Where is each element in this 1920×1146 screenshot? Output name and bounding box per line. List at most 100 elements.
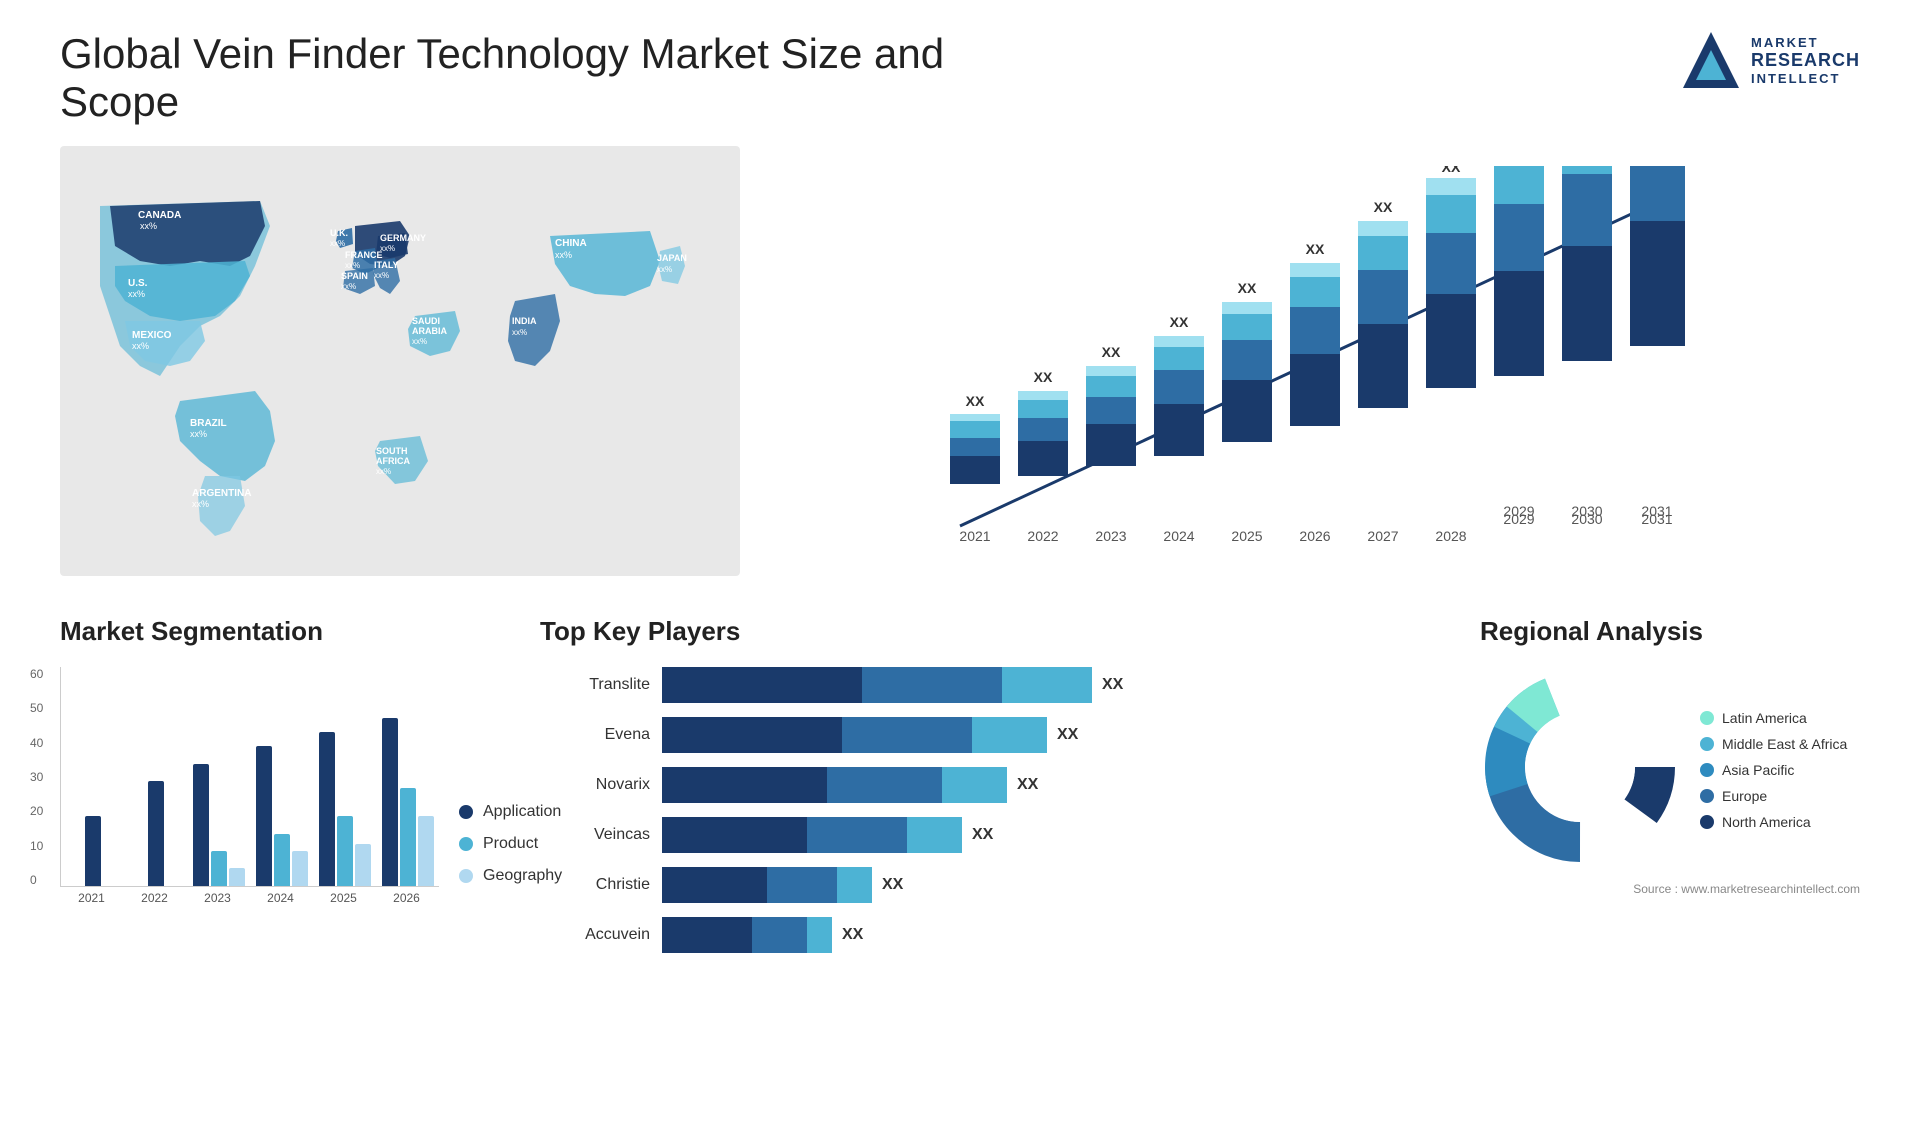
svg-text:XX: XX bbox=[1034, 369, 1053, 385]
map-container: CANADA xx% U.S. xx% MEXICO xx% BRAZIL xx… bbox=[60, 146, 740, 576]
player-segs bbox=[662, 867, 872, 903]
latin-label: Latin America bbox=[1722, 710, 1807, 726]
top-section: CANADA xx% U.S. xx% MEXICO xx% BRAZIL xx… bbox=[60, 146, 1860, 576]
seg-dark bbox=[662, 917, 752, 953]
page-title: Global Vein Finder Technology Market Siz… bbox=[60, 30, 960, 126]
svg-text:2024: 2024 bbox=[1163, 528, 1194, 544]
logo-text-block: MARKET RESEARCH INTELLECT bbox=[1751, 35, 1860, 86]
player-bar-accuvein: XX bbox=[662, 917, 863, 953]
player-row-translite: Translite XX bbox=[540, 667, 1440, 703]
asia-dot bbox=[1700, 763, 1714, 777]
player-segs bbox=[662, 717, 1047, 753]
seg-light bbox=[1002, 667, 1092, 703]
player-xx: XX bbox=[972, 826, 993, 844]
legend-north-america: North America bbox=[1700, 814, 1847, 830]
svg-text:xx%: xx% bbox=[330, 239, 345, 248]
logo-line1: MARKET bbox=[1751, 35, 1860, 50]
svg-text:xx%: xx% bbox=[555, 250, 572, 260]
svg-text:JAPAN: JAPAN bbox=[657, 253, 687, 263]
world-map-svg: CANADA xx% U.S. xx% MEXICO xx% BRAZIL xx… bbox=[60, 146, 740, 576]
svg-text:xx%: xx% bbox=[412, 337, 427, 346]
seg-dark bbox=[662, 667, 862, 703]
svg-text:2031: 2031 bbox=[1641, 503, 1672, 519]
player-segs bbox=[662, 767, 1007, 803]
source-text: Source : www.marketresearchintellect.com bbox=[1480, 882, 1860, 896]
svg-text:FRANCE: FRANCE bbox=[345, 250, 383, 260]
middle-east-dot bbox=[1700, 737, 1714, 751]
svg-text:SOUTH: SOUTH bbox=[376, 446, 408, 456]
logo-icon bbox=[1681, 30, 1741, 90]
svg-text:XX: XX bbox=[1238, 280, 1257, 296]
player-name-christie: Christie bbox=[540, 876, 650, 894]
svg-text:BRAZIL: BRAZIL bbox=[190, 418, 227, 429]
player-bar-translite: XX bbox=[662, 667, 1123, 703]
svg-text:ITALY: ITALY bbox=[374, 260, 399, 270]
logo-box: MARKET RESEARCH INTELLECT bbox=[1681, 30, 1860, 90]
svg-text:xx%: xx% bbox=[132, 341, 149, 351]
svg-text:MEXICO: MEXICO bbox=[132, 330, 172, 341]
logo-line3: INTELLECT bbox=[1751, 71, 1860, 86]
svg-text:xx%: xx% bbox=[376, 467, 391, 476]
legend-europe: Europe bbox=[1700, 788, 1847, 804]
regional-container: Regional Analysis bbox=[1480, 616, 1860, 896]
svg-text:INDIA: INDIA bbox=[512, 316, 537, 326]
svg-text:xx%: xx% bbox=[140, 221, 157, 231]
svg-text:2021: 2021 bbox=[959, 528, 990, 544]
player-name-evena: Evena bbox=[540, 726, 650, 744]
bottom-section: Market Segmentation 6050403020100 bbox=[60, 616, 1860, 953]
svg-text:xx%: xx% bbox=[341, 282, 356, 291]
player-row-accuvein: Accuvein XX bbox=[540, 917, 1440, 953]
na-dot bbox=[1700, 815, 1714, 829]
svg-text:2030: 2030 bbox=[1571, 503, 1602, 519]
svg-text:AFRICA: AFRICA bbox=[376, 456, 410, 466]
svg-text:2027: 2027 bbox=[1367, 528, 1398, 544]
middle-east-label: Middle East & Africa bbox=[1722, 736, 1847, 752]
seg-light bbox=[972, 717, 1047, 753]
latin-dot bbox=[1700, 711, 1714, 725]
page-container: Global Vein Finder Technology Market Siz… bbox=[0, 0, 1920, 983]
segmentation-title: Market Segmentation bbox=[60, 616, 500, 647]
player-bar-novarix: XX bbox=[662, 767, 1038, 803]
player-segs bbox=[662, 667, 1092, 703]
svg-text:XX: XX bbox=[1102, 344, 1121, 360]
seg-light bbox=[837, 867, 872, 903]
svg-text:2026: 2026 bbox=[1299, 528, 1330, 544]
seg-dark bbox=[662, 717, 842, 753]
player-name-veincas: Veincas bbox=[540, 826, 650, 844]
legend-middle-east: Middle East & Africa bbox=[1700, 736, 1847, 752]
seg-mid bbox=[862, 667, 1002, 703]
europe-label: Europe bbox=[1722, 788, 1767, 804]
europe-dot bbox=[1700, 789, 1714, 803]
player-xx: XX bbox=[882, 876, 903, 894]
svg-text:XX: XX bbox=[1170, 314, 1189, 330]
svg-text:U.S.: U.S. bbox=[128, 278, 148, 289]
svg-text:xx%: xx% bbox=[190, 429, 207, 439]
player-bar-evena: XX bbox=[662, 717, 1078, 753]
svg-text:2029: 2029 bbox=[1503, 503, 1534, 519]
svg-text:2025: 2025 bbox=[1231, 528, 1262, 544]
players-bars: Translite XX Evena bbox=[540, 667, 1440, 953]
donut-svg-wrap bbox=[1480, 667, 1680, 872]
bar-chart-svg: XX 2021 XX 2022 XX 2023 bbox=[800, 166, 1840, 546]
seg-dark bbox=[662, 817, 807, 853]
svg-text:XX: XX bbox=[1442, 166, 1461, 175]
legend-latin-america: Latin America bbox=[1700, 710, 1847, 726]
legend-asia-pacific: Asia Pacific bbox=[1700, 762, 1847, 778]
player-row-christie: Christie XX bbox=[540, 867, 1440, 903]
seg-mid bbox=[827, 767, 942, 803]
player-name-novarix: Novarix bbox=[540, 776, 650, 794]
seg-mid bbox=[807, 817, 907, 853]
header: Global Vein Finder Technology Market Siz… bbox=[60, 30, 1860, 126]
svg-text:XX: XX bbox=[1374, 199, 1393, 215]
player-segs bbox=[662, 917, 832, 953]
player-segs bbox=[662, 817, 962, 853]
player-bar-veincas: XX bbox=[662, 817, 993, 853]
seg-mid bbox=[752, 917, 807, 953]
product-dot bbox=[459, 837, 473, 851]
svg-text:ARGENTINA: ARGENTINA bbox=[192, 488, 251, 499]
product-label: Product bbox=[483, 835, 538, 853]
svg-text:2028: 2028 bbox=[1435, 528, 1466, 544]
player-name-translite: Translite bbox=[540, 676, 650, 694]
svg-text:XX: XX bbox=[966, 393, 985, 409]
seg-dark bbox=[662, 767, 827, 803]
